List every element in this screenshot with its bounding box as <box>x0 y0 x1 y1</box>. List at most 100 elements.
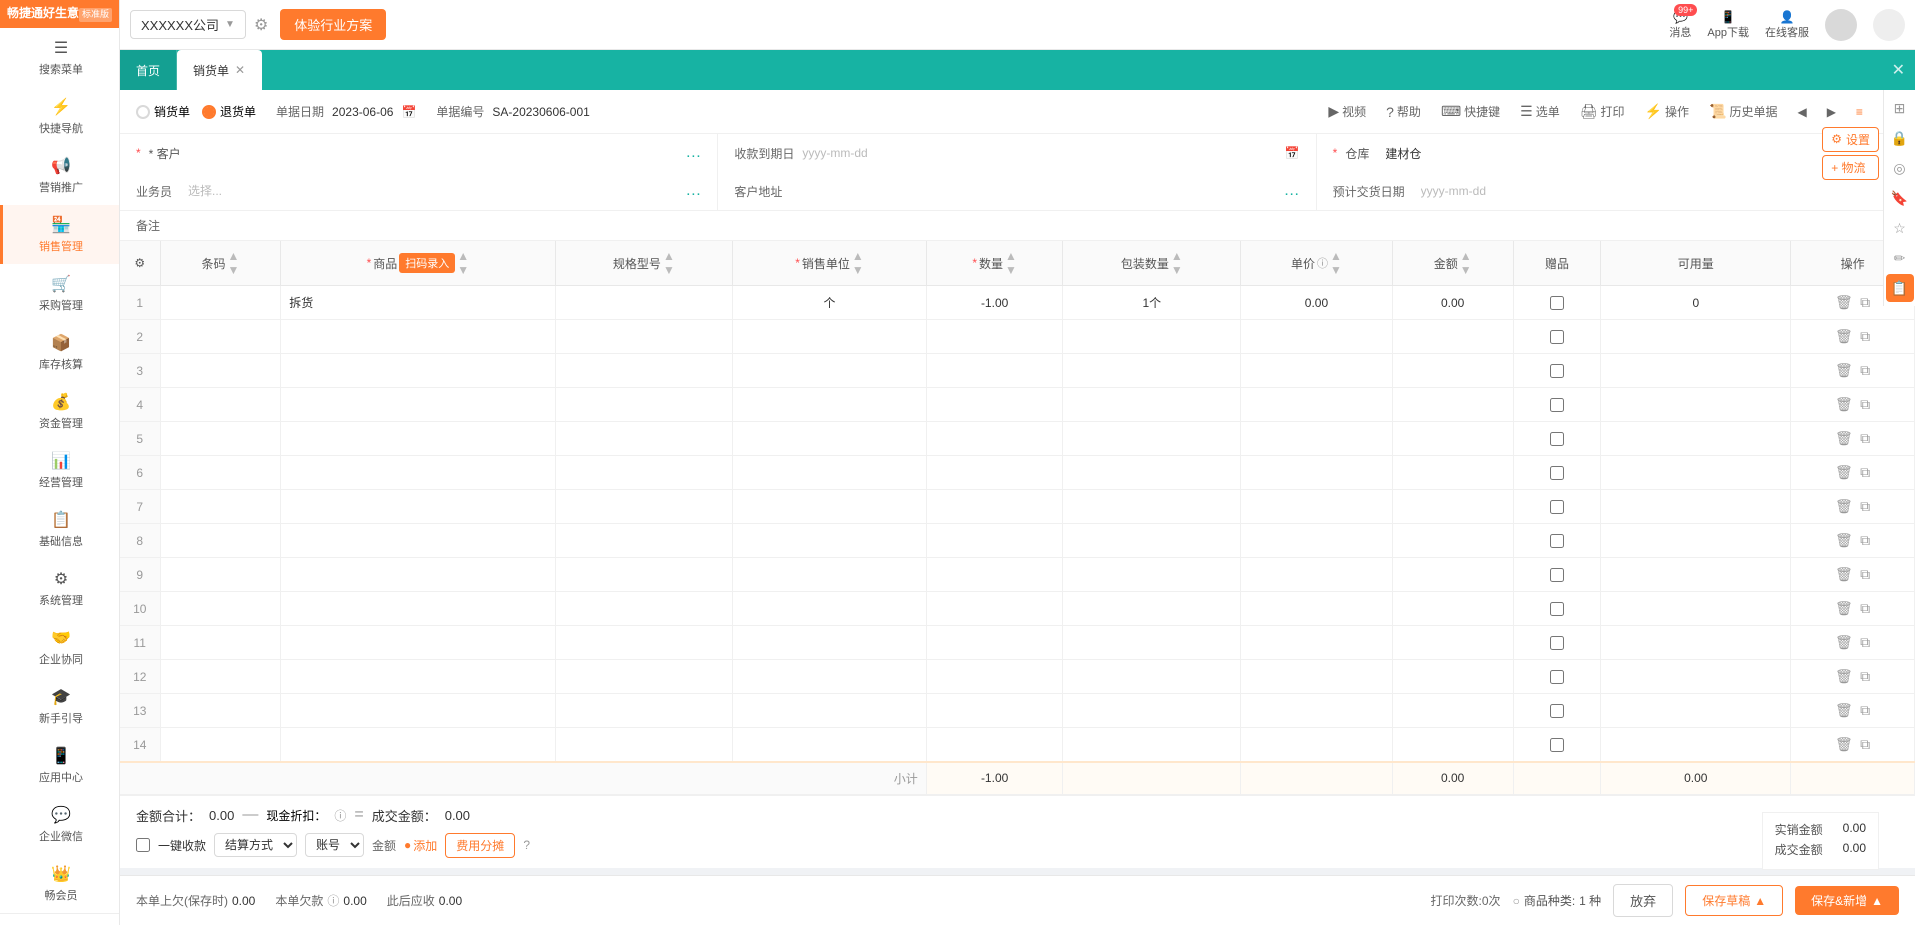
payment-method-select[interactable]: 结算方式 <box>214 833 297 857</box>
cell-gift[interactable] <box>1513 388 1601 422</box>
cell-product[interactable] <box>281 354 555 388</box>
delete-row-button[interactable]: 🗑 <box>1833 598 1855 619</box>
cell-qty[interactable] <box>926 422 1063 456</box>
cell-unit-price[interactable] <box>1241 354 1393 388</box>
cell-spec[interactable] <box>555 320 733 354</box>
expense-help-icon[interactable]: ? <box>523 838 530 852</box>
gift-checkbox[interactable] <box>1550 636 1564 650</box>
gift-checkbox[interactable] <box>1550 568 1564 582</box>
gift-checkbox[interactable] <box>1550 364 1564 378</box>
cell-unit-price[interactable] <box>1241 626 1393 660</box>
add-payment-button[interactable]: ● 添加 <box>404 837 437 854</box>
cell-unit[interactable] <box>733 558 927 592</box>
toolbar-nav-next[interactable]: ▶ <box>1821 102 1842 122</box>
gift-checkbox[interactable] <box>1550 602 1564 616</box>
sidebar-item-member[interactable]: 👑 畅会员 <box>0 854 119 913</box>
cell-spec[interactable] <box>555 558 733 592</box>
user-avatar[interactable] <box>1825 9 1857 41</box>
cell-spec[interactable] <box>555 490 733 524</box>
sidebar-item-system[interactable]: ⚙ 系统管理 <box>0 559 119 618</box>
cell-product[interactable] <box>281 388 555 422</box>
cell-barcode[interactable] <box>160 320 281 354</box>
total-owe-info-icon[interactable]: ⓘ <box>327 892 339 909</box>
salesperson-input[interactable] <box>188 184 677 198</box>
cell-unit-price[interactable] <box>1241 524 1393 558</box>
cell-gift[interactable] <box>1513 320 1601 354</box>
product-type-radio-icon[interactable]: ○ <box>1513 894 1520 908</box>
cell-pack-qty[interactable] <box>1063 626 1241 660</box>
sidebar-item-app-center[interactable]: 📱 应用中心 <box>0 736 119 795</box>
cell-spec[interactable] <box>555 388 733 422</box>
delete-row-button[interactable]: 🗑 <box>1833 360 1855 381</box>
gift-checkbox[interactable] <box>1550 704 1564 718</box>
cell-unit[interactable] <box>733 388 927 422</box>
cell-gift[interactable] <box>1513 558 1601 592</box>
cell-spec[interactable] <box>555 592 733 626</box>
cell-amount[interactable] <box>1392 728 1513 763</box>
customer-address-ellipsis-icon[interactable]: … <box>1284 182 1300 200</box>
tab-home[interactable]: 首页 <box>120 50 177 90</box>
user-avatar-2[interactable] <box>1873 9 1905 41</box>
cell-unit[interactable] <box>733 524 927 558</box>
cell-amount[interactable] <box>1392 592 1513 626</box>
cell-gift[interactable] <box>1513 422 1601 456</box>
delete-row-button[interactable]: 🗑 <box>1833 530 1855 551</box>
cell-gift[interactable] <box>1513 592 1601 626</box>
cell-pack-qty[interactable] <box>1063 490 1241 524</box>
cell-gift[interactable] <box>1513 354 1601 388</box>
sidebar-item-quick-nav[interactable]: ⚡ 快捷导航 <box>0 87 119 146</box>
cell-pack-qty[interactable] <box>1063 422 1241 456</box>
delete-row-button[interactable]: 🗑 <box>1833 326 1855 347</box>
cell-unit[interactable]: 个 <box>733 286 927 320</box>
delivery-date-input[interactable] <box>1421 184 1876 198</box>
date-calendar-icon[interactable]: 📅 <box>401 105 416 119</box>
sidebar-item-sales[interactable]: 🏪 销售管理 <box>0 205 119 264</box>
copy-row-button[interactable]: ⧉ <box>1858 564 1872 585</box>
cell-amount[interactable] <box>1392 388 1513 422</box>
delete-row-button[interactable]: 🗑 <box>1833 564 1855 585</box>
cell-barcode[interactable] <box>160 388 281 422</box>
cell-barcode[interactable] <box>160 660 281 694</box>
cell-amount[interactable] <box>1392 660 1513 694</box>
delete-row-button[interactable]: 🗑 <box>1833 700 1855 721</box>
app-download-button[interactable]: 📱 App下载 <box>1707 10 1749 40</box>
cell-product[interactable] <box>281 320 555 354</box>
delete-row-button[interactable]: 🗑 <box>1833 632 1855 653</box>
cell-gift[interactable] <box>1513 626 1601 660</box>
copy-row-button[interactable]: ⧉ <box>1858 632 1872 653</box>
cell-qty[interactable] <box>926 660 1063 694</box>
cell-spec[interactable] <box>555 626 733 660</box>
cell-barcode[interactable] <box>160 626 281 660</box>
copy-row-button[interactable]: ⧉ <box>1858 700 1872 721</box>
cell-product[interactable] <box>281 694 555 728</box>
copy-row-button[interactable]: ⧉ <box>1858 326 1872 347</box>
cell-unit[interactable] <box>733 422 927 456</box>
cell-unit[interactable] <box>733 592 927 626</box>
cell-product[interactable] <box>281 490 555 524</box>
receipt-date-calendar-icon[interactable]: 📅 <box>1285 146 1300 160</box>
customer-input[interactable] <box>197 146 678 160</box>
cell-unit[interactable] <box>733 660 927 694</box>
cell-qty[interactable] <box>926 354 1063 388</box>
account-number-select[interactable]: 账号 <box>305 833 364 857</box>
copy-row-button[interactable]: ⧉ <box>1858 496 1872 517</box>
cell-unit-price[interactable] <box>1241 660 1393 694</box>
copy-row-button[interactable]: ⧉ <box>1858 734 1872 755</box>
copy-row-button[interactable]: ⧉ <box>1858 666 1872 687</box>
cell-product[interactable] <box>281 592 555 626</box>
cell-product[interactable] <box>281 558 555 592</box>
right-panel-icon-7[interactable]: 📋 <box>1886 274 1914 302</box>
delete-row-button[interactable]: 🗑 <box>1833 734 1855 755</box>
cell-barcode[interactable] <box>160 422 281 456</box>
copy-row-button[interactable]: ⧉ <box>1858 462 1872 483</box>
cell-unit[interactable] <box>733 626 927 660</box>
save-draft-button[interactable]: 保存草稿 ▲ <box>1685 885 1783 916</box>
sidebar-item-inventory[interactable]: 📦 库存核算 <box>0 323 119 382</box>
settings-button[interactable]: ⚙ 设置 <box>1822 127 1879 152</box>
cell-qty[interactable]: -1.00 <box>926 286 1063 320</box>
cell-product[interactable] <box>281 422 555 456</box>
cell-amount[interactable] <box>1392 558 1513 592</box>
toolbar-help[interactable]: ? 帮助 <box>1380 100 1427 123</box>
cell-amount[interactable] <box>1392 490 1513 524</box>
cell-qty[interactable] <box>926 728 1063 763</box>
